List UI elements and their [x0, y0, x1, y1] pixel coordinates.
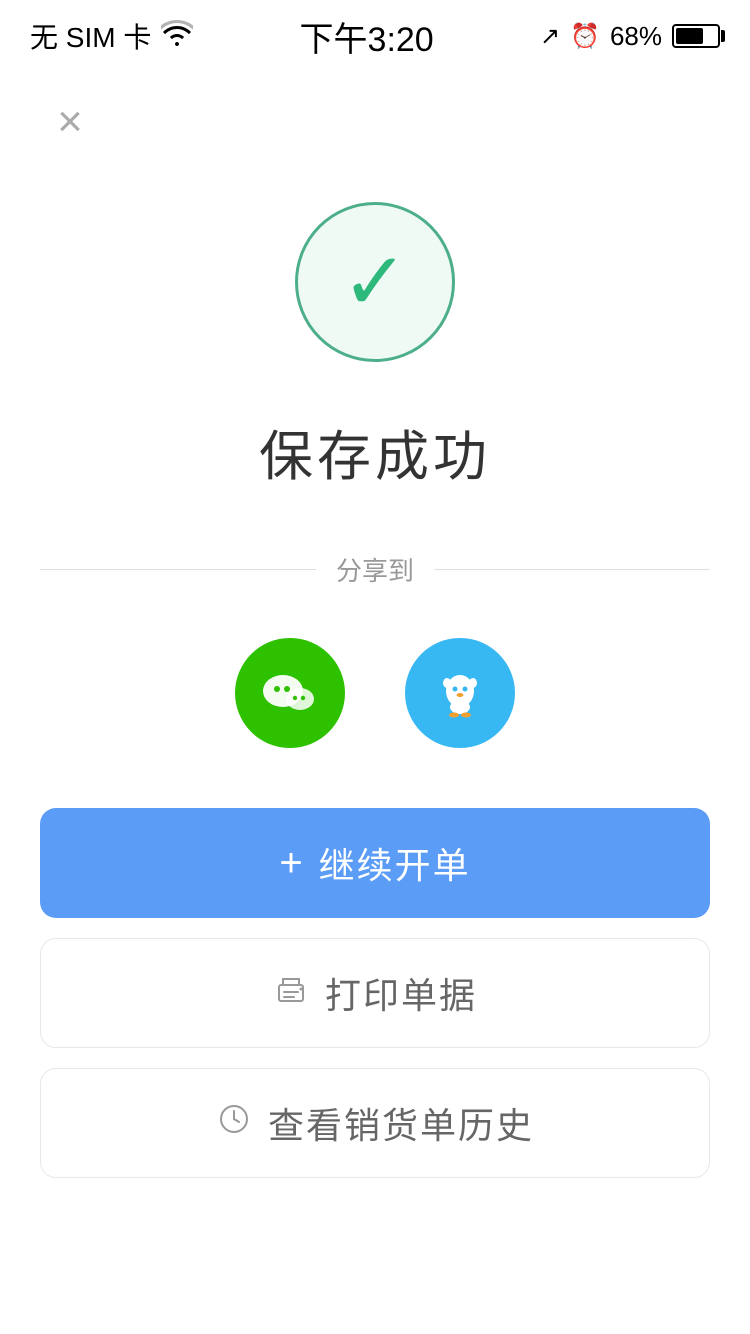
print-receipt-button[interactable]: 打印单据	[40, 938, 710, 1048]
wechat-share-button[interactable]	[235, 638, 345, 748]
success-icon-circle: ✓	[295, 202, 455, 362]
status-time: 下午3:20	[300, 12, 434, 61]
status-bar: 无 SIM 卡 下午3:20 ↗ ⏰ 68%	[0, 0, 750, 72]
battery-percent: 68%	[610, 21, 662, 52]
share-label: 分享到	[336, 551, 414, 588]
main-content: × ✓ 保存成功 分享到	[0, 72, 750, 1178]
no-sim-label: 无 SIM 卡	[30, 16, 151, 56]
share-section: 分享到	[40, 551, 710, 748]
history-label: 查看销货单历史	[268, 1097, 534, 1149]
continue-order-button[interactable]: + 继续开单	[40, 808, 710, 918]
share-icons	[40, 638, 710, 748]
success-title: 保存成功	[259, 412, 491, 491]
action-buttons: + 继续开单 打印单据	[40, 808, 710, 1178]
location-icon: ↗	[540, 22, 560, 51]
close-button[interactable]: ×	[40, 92, 100, 152]
view-history-button[interactable]: 查看销货单历史	[40, 1068, 710, 1178]
wechat-logo-icon	[258, 661, 323, 726]
continue-order-label: 继续开单	[319, 837, 471, 889]
status-right: ↗ ⏰ 68%	[540, 21, 720, 52]
plus-icon: +	[279, 841, 302, 886]
alarm-icon: ⏰	[570, 22, 600, 51]
history-icon	[216, 1101, 252, 1146]
printer-icon	[273, 971, 309, 1016]
print-label: 打印单据	[325, 967, 477, 1019]
battery-icon	[672, 24, 720, 48]
close-icon: ×	[57, 100, 83, 144]
qq-share-button[interactable]	[405, 638, 515, 748]
wifi-icon	[161, 20, 193, 53]
checkmark-icon: ✓	[341, 242, 408, 322]
share-divider: 分享到	[40, 551, 710, 588]
qq-logo-icon	[430, 663, 490, 723]
status-left: 无 SIM 卡	[30, 16, 193, 56]
